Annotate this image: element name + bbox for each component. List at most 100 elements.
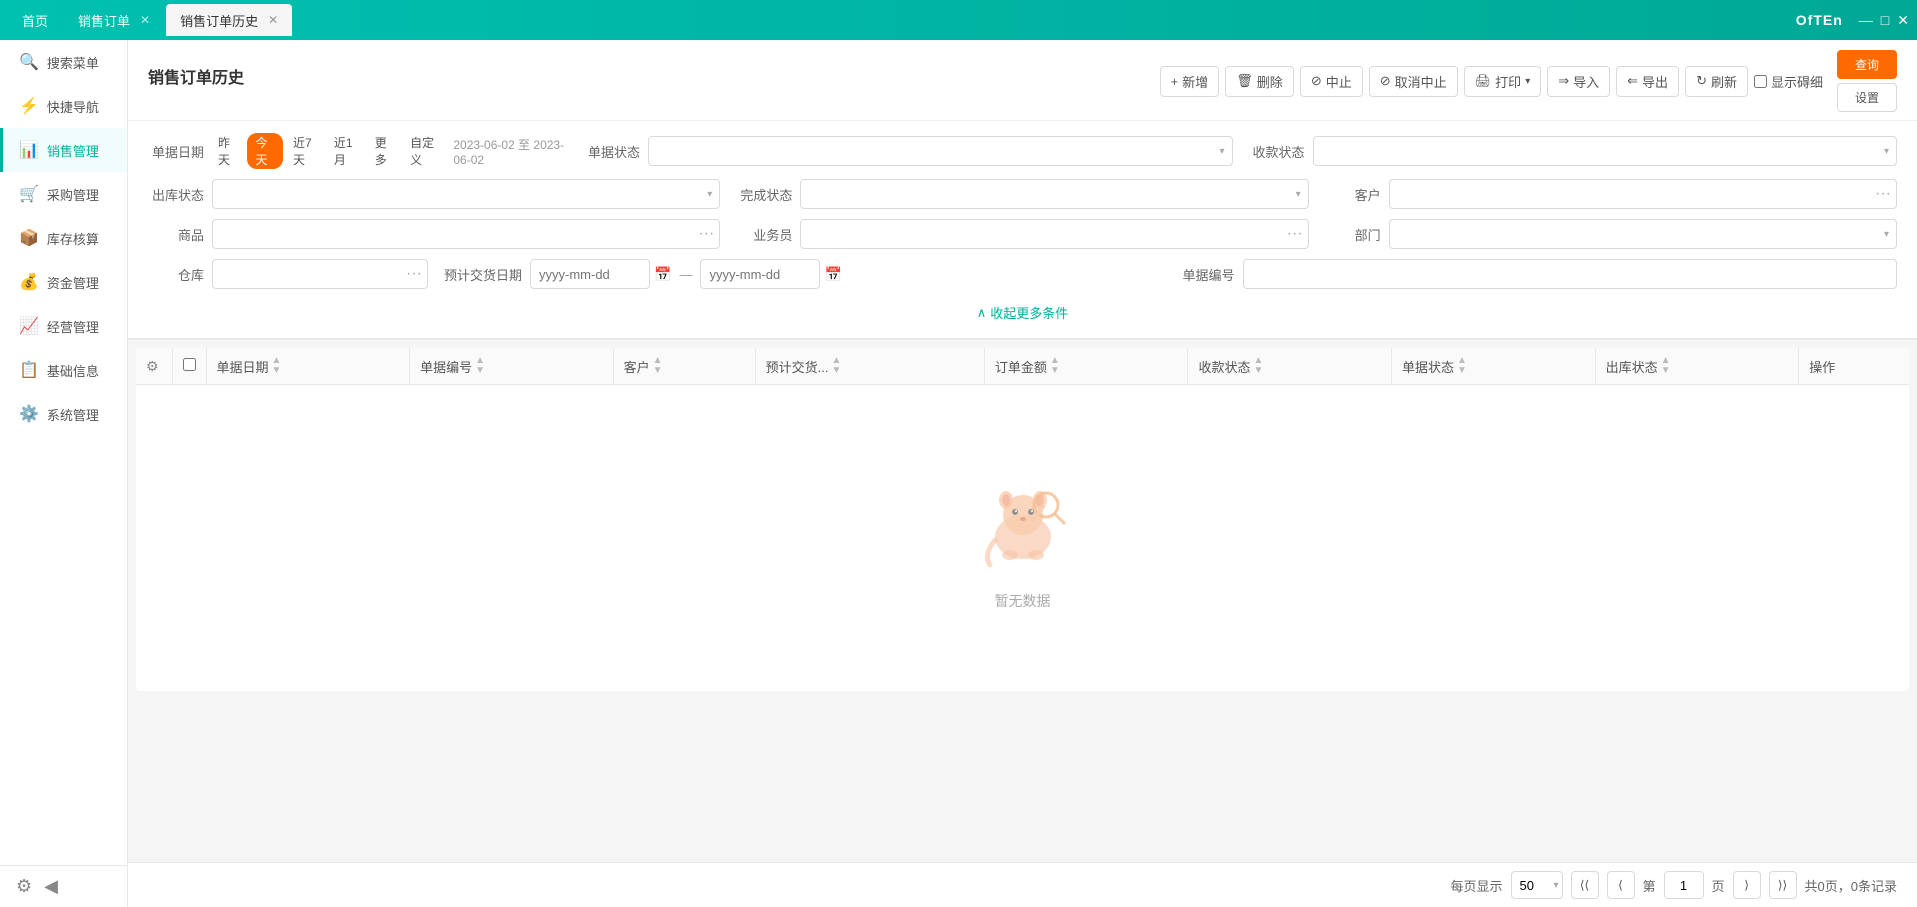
- sidebar-item-8[interactable]: ⚙️系统管理: [0, 392, 127, 436]
- date-sort-btn[interactable]: 单据日期 ▲▼: [217, 356, 400, 376]
- page-label-before: 第: [1643, 876, 1656, 895]
- tab-close-2[interactable]: ✕: [268, 13, 278, 27]
- sidebar-icon-6: 📈: [19, 316, 39, 336]
- add-btn[interactable]: + 新增: [1160, 66, 1220, 97]
- window-controls: OfTEn — □ ✕: [1796, 12, 1909, 29]
- goods-ellipsis-icon[interactable]: ···: [698, 225, 714, 243]
- export-btn[interactable]: ⇐ 导出: [1616, 66, 1679, 97]
- salesman-filter-col: 业务员 ···: [736, 219, 1308, 249]
- sidebar-icon-1: ⚡: [19, 96, 39, 116]
- dept-select[interactable]: [1389, 219, 1897, 249]
- tab-item-2[interactable]: 销售订单历史✕: [166, 4, 292, 36]
- sidebar-item-2[interactable]: 📊销售管理: [0, 128, 127, 172]
- out-status-sort-btn[interactable]: 出库状态 ▲▼: [1606, 356, 1789, 376]
- delivery-sort-btn[interactable]: 预计交货... ▲▼: [766, 356, 974, 376]
- filter-row-2: 出库状态 ▾ 完成状态: [148, 179, 1897, 209]
- table-settings-icon[interactable]: ⚙: [146, 358, 159, 374]
- top-bar: 首页销售订单✕销售订单历史✕ OfTEn — □ ✕: [0, 0, 1917, 40]
- warehouse-input[interactable]: [212, 259, 428, 289]
- collapse-filter-btn[interactable]: ∧ 收起更多条件: [148, 299, 1897, 326]
- sidebar-item-3[interactable]: 🛒采购管理: [0, 172, 127, 216]
- no-sort-btn[interactable]: 单据编号 ▲▼: [420, 356, 603, 376]
- tab-item-1[interactable]: 销售订单✕: [64, 4, 164, 36]
- out-status-sort-icon: ▲▼: [1661, 356, 1671, 376]
- settings-bottom-icon[interactable]: ⚙: [16, 876, 32, 897]
- header-row: ⚙ 单据日期 ▲▼ 单据编号: [136, 348, 1909, 385]
- delivery-date-to-input[interactable]: [700, 259, 820, 289]
- date-range-text: 2023-06-02 至 2023-06-02: [453, 136, 568, 167]
- complete-status-wrap: ▾: [800, 179, 1308, 209]
- tab-bar: 首页销售订单✕销售订单历史✕: [8, 4, 1792, 36]
- receipt-status-sort-icon: ▲▼: [1253, 356, 1263, 376]
- tab-item-0[interactable]: 首页: [8, 4, 62, 36]
- bill-status-label: 单据状态: [584, 142, 640, 161]
- first-page-btn[interactable]: ⟨⟨: [1571, 871, 1599, 899]
- settings-btn[interactable]: 设置: [1837, 83, 1897, 112]
- import-btn[interactable]: ⇒ 导入: [1547, 66, 1610, 97]
- warehouse-ellipsis-icon[interactable]: ···: [406, 265, 422, 283]
- date-filter-value: 昨天 今天 近7天 近1月 更多 自定义 2023-06-02 至 2023-0…: [212, 133, 568, 169]
- salesman-input[interactable]: [800, 219, 1308, 249]
- out-status-select[interactable]: [212, 179, 720, 209]
- date-more[interactable]: 更多: [369, 133, 400, 169]
- export-icon: ⇐: [1627, 73, 1638, 89]
- date-custom[interactable]: 自定义: [404, 133, 445, 169]
- bill-status-select[interactable]: [648, 136, 1233, 166]
- date-7days[interactable]: 近7天: [287, 133, 324, 169]
- customer-input[interactable]: [1389, 179, 1897, 209]
- empty-illustration: [968, 465, 1078, 575]
- customer-ellipsis-icon[interactable]: ···: [1875, 185, 1891, 203]
- tab-close-1[interactable]: ✕: [140, 13, 150, 27]
- complete-status-select[interactable]: [800, 179, 1308, 209]
- page-title: 销售订单历史: [148, 64, 244, 88]
- customer-sort-btn[interactable]: 客户 ▲▼: [624, 356, 745, 376]
- data-table: ⚙ 单据日期 ▲▼ 单据编号: [136, 348, 1909, 691]
- receipt-status-select[interactable]: [1313, 136, 1898, 166]
- out-status-wrap: ▾: [212, 179, 720, 209]
- salesman-ellipsis-icon[interactable]: ···: [1287, 225, 1303, 243]
- bill-status-sort-btn[interactable]: 单据状态 ▲▼: [1402, 356, 1585, 376]
- date-label: 单据日期: [148, 142, 204, 161]
- delivery-date-from-input[interactable]: [530, 259, 650, 289]
- delete-btn[interactable]: 🗑 删除: [1225, 66, 1294, 97]
- last-page-btn[interactable]: ⟩⟩: [1769, 871, 1797, 899]
- date-yesterday[interactable]: 昨天: [212, 133, 243, 169]
- sidebar-icon-0: 🔍: [19, 52, 39, 72]
- query-btn[interactable]: 查询: [1837, 50, 1897, 79]
- goods-filter-col: 商品 ···: [148, 219, 720, 249]
- sidebar-item-0[interactable]: 🔍搜索菜单: [0, 40, 127, 84]
- sidebar-item-1[interactable]: ⚡快捷导航: [0, 84, 127, 128]
- close-btn[interactable]: ✕: [1897, 12, 1909, 29]
- sidebar-item-4[interactable]: 📦库存核算: [0, 216, 127, 260]
- sidebar-item-6[interactable]: 📈经营管理: [0, 304, 127, 348]
- print-btn[interactable]: 🖨 打印 ▾: [1464, 66, 1542, 97]
- maximize-btn[interactable]: □: [1881, 12, 1889, 28]
- sidebar: 🔍搜索菜单⚡快捷导航📊销售管理🛒采购管理📦库存核算💰资金管理📈经营管理📋基础信息…: [0, 40, 128, 907]
- calendar-to-icon[interactable]: 📅: [824, 266, 841, 283]
- calendar-from-icon[interactable]: 📅: [654, 266, 671, 283]
- sidebar-label-7: 基础信息: [47, 361, 99, 380]
- minimize-btn[interactable]: —: [1859, 12, 1873, 28]
- sidebar-item-7[interactable]: 📋基础信息: [0, 348, 127, 392]
- date-1month[interactable]: 近1月: [328, 133, 365, 169]
- sidebar-item-5[interactable]: 💰资金管理: [0, 260, 127, 304]
- prev-page-btn[interactable]: ⟨: [1607, 871, 1635, 899]
- print-icon: 🖨: [1475, 73, 1492, 89]
- page-number-input[interactable]: 1: [1664, 871, 1704, 899]
- goods-input[interactable]: [212, 219, 720, 249]
- cancel-stop-btn[interactable]: ⊘ 取消中止: [1369, 66, 1458, 97]
- bill-no-input[interactable]: [1243, 259, 1898, 289]
- select-all-checkbox[interactable]: [183, 358, 196, 371]
- display-columns-input[interactable]: [1754, 75, 1767, 88]
- bill-no-wrap: [1243, 259, 1898, 289]
- next-page-btn[interactable]: ⟩: [1733, 871, 1761, 899]
- refresh-btn[interactable]: ↻ 刷新: [1685, 66, 1748, 97]
- receipt-status-sort-btn[interactable]: 收款状态 ▲▼: [1198, 356, 1381, 376]
- date-today[interactable]: 今天: [247, 133, 282, 169]
- stop-btn[interactable]: ⊘ 中止: [1300, 66, 1363, 97]
- per-page-select[interactable]: 20 50 100: [1511, 871, 1563, 899]
- display-columns-checkbox[interactable]: 显示碍细: [1754, 72, 1823, 91]
- collapse-sidebar-icon[interactable]: ◀: [44, 876, 58, 897]
- bill-status-col: 单据状态 ▾: [584, 136, 1233, 166]
- amount-sort-btn[interactable]: 订单金额 ▲▼: [995, 356, 1178, 376]
